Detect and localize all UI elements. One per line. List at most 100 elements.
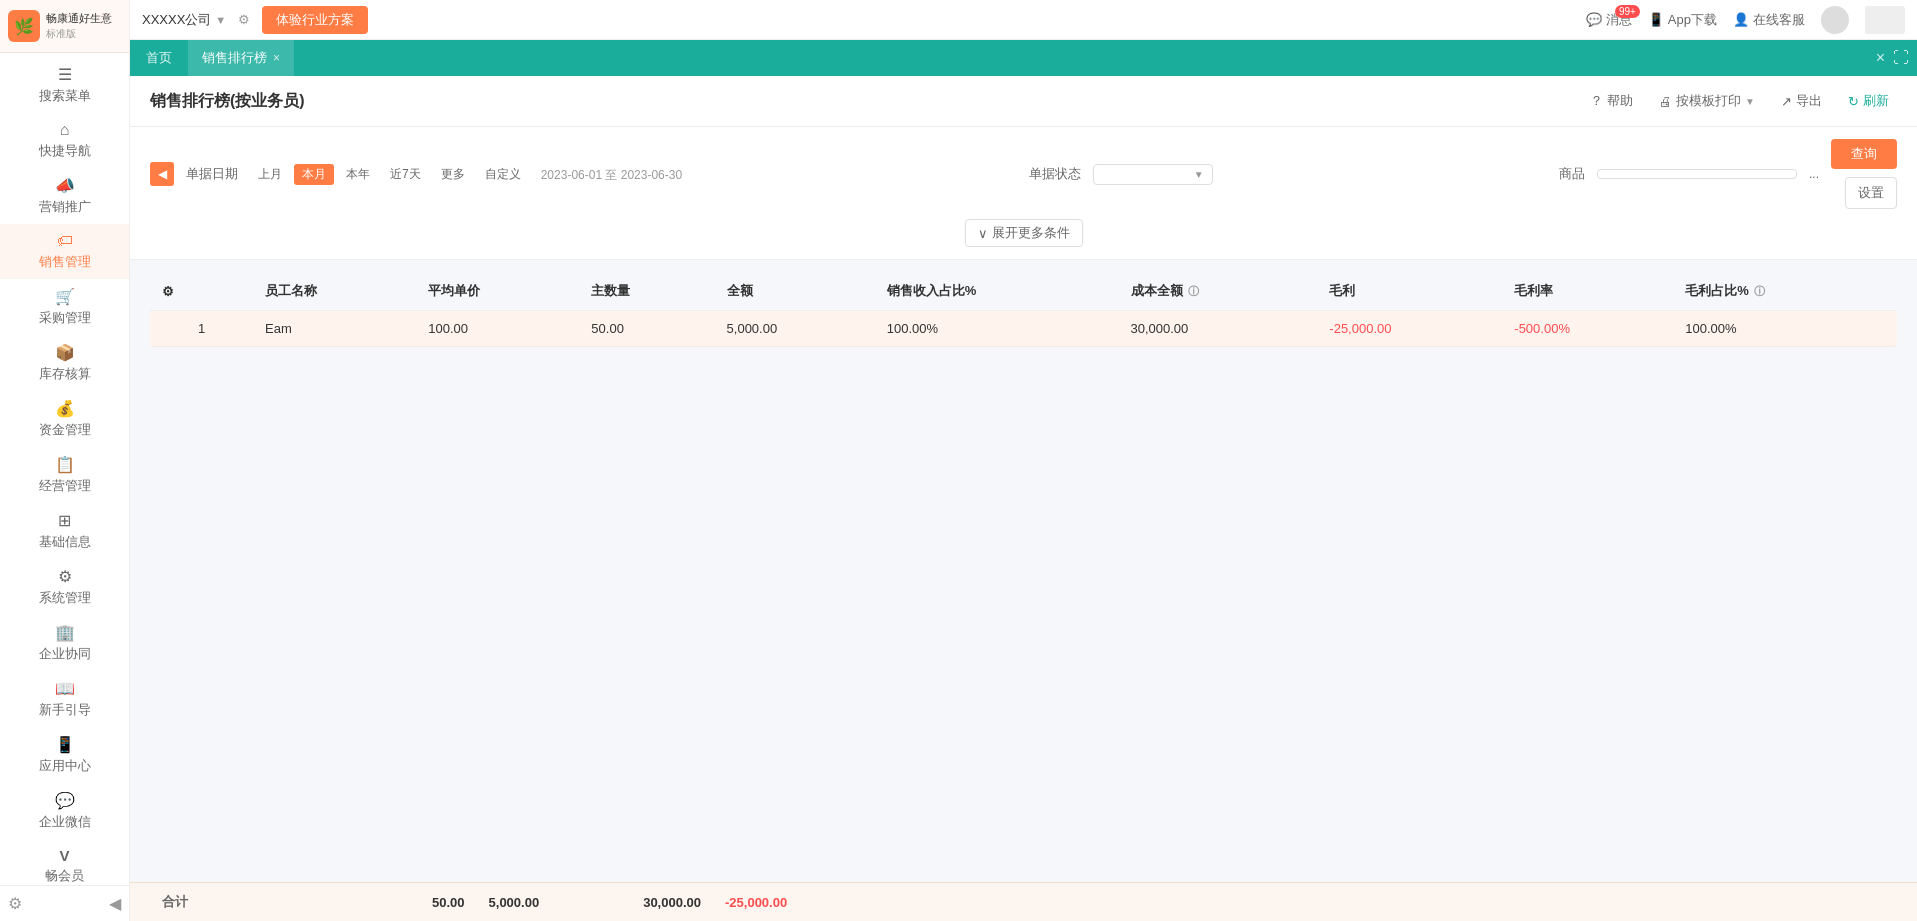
logo-area: 🌿 畅康通好生意 标准版	[0, 0, 129, 53]
sidebar-item-sales[interactable]: 🏷 销售管理	[0, 224, 129, 279]
data-table: ⚙ 员工名称 平均单价 主数量 全额 销售收入占比% 成本全额 ⓘ 毛利 毛利率…	[150, 272, 1897, 347]
gross-pct-info-icon: ⓘ	[1754, 285, 1765, 297]
tab-home-label: 首页	[146, 49, 172, 67]
window-expand-icon[interactable]: ⛶	[1893, 49, 1909, 67]
sidebar-item-wechat-label: 企业微信	[39, 813, 91, 831]
sidebar-item-basic[interactable]: ⊞ 基础信息	[0, 503, 129, 559]
app-download-button[interactable]: 📱 App下载	[1648, 11, 1717, 29]
tab-sales-rank[interactable]: 销售排行榜 ×	[188, 40, 294, 76]
cell-main-qty: 50.00	[579, 311, 714, 347]
query-button[interactable]: 查询	[1831, 139, 1897, 169]
expand-icon: ∨	[978, 226, 988, 241]
date-tab-this-month[interactable]: 本月	[294, 164, 334, 185]
search-menu-icon: ☰	[58, 65, 72, 84]
goods-input[interactable]	[1597, 169, 1797, 179]
settings-icon[interactable]: ⚙	[8, 894, 22, 913]
tab-close-icon[interactable]: ×	[273, 51, 280, 65]
help-button[interactable]: ？ 帮助	[1582, 88, 1641, 114]
sidebar-item-search-label: 搜索菜单	[39, 87, 91, 105]
sidebar-item-wechat[interactable]: 💬 企业微信	[0, 783, 129, 839]
settings-gear-icon[interactable]: ⚙	[238, 12, 250, 27]
col-gross-rate-header: 毛利率	[1502, 272, 1673, 311]
purchase-icon: 🛒	[55, 287, 75, 306]
sidebar-item-apps[interactable]: 📱 应用中心	[0, 727, 129, 783]
app-label: App下载	[1668, 11, 1717, 29]
table-area: ⚙ 员工名称 平均单价 主数量 全额 销售收入占比% 成本全额 ⓘ 毛利 毛利率…	[130, 260, 1917, 882]
date-tab-7days[interactable]: 近7天	[382, 164, 429, 185]
sidebar-item-purchase-label: 采购管理	[39, 309, 91, 327]
service-label: 在线客服	[1753, 11, 1805, 29]
col-cost-header: 成本全额 ⓘ	[1119, 272, 1318, 311]
sidebar-item-operations[interactable]: 📋 经营管理	[0, 447, 129, 503]
filter-row-1: ◀ 单据日期 上月 本月 本年 近7天 更多 自定义 2023-06-01 至 …	[150, 139, 1897, 209]
topbar-right: 💬 消息 99+ 📱 App下载 👤 在线客服	[1586, 6, 1905, 34]
topbar: XXXXX公司 ▼ ⚙ 体验行业方案 💬 消息 99+ 📱 App下载 👤 在线…	[130, 0, 1917, 40]
footer-cost: 30,000.00	[631, 895, 713, 910]
date-tab-this-year[interactable]: 本年	[338, 164, 378, 185]
message-icon: 💬	[1586, 12, 1602, 27]
settings-button[interactable]: 设置	[1845, 177, 1897, 209]
export-button[interactable]: ↗ 导出	[1773, 88, 1830, 114]
filter-collapse-btn[interactable]: ◀	[150, 162, 174, 186]
refresh-button[interactable]: ↻ 刷新	[1840, 88, 1897, 114]
print-icon: 🖨	[1659, 94, 1672, 109]
export-icon: ↗	[1781, 94, 1792, 109]
col-main-qty-header: 主数量	[579, 272, 714, 311]
date-tab-more[interactable]: 更多	[433, 164, 473, 185]
col-sales-pct-header: 销售收入占比%	[875, 272, 1119, 311]
expand-label: 展开更多条件	[992, 224, 1070, 242]
online-service-button[interactable]: 👤 在线客服	[1733, 11, 1805, 29]
date-tab-custom[interactable]: 自定义	[477, 164, 529, 185]
industry-btn[interactable]: 体验行业方案	[262, 6, 368, 34]
wechat-icon: 💬	[55, 791, 75, 810]
sidebar-item-search[interactable]: ☰ 搜索菜单	[0, 57, 129, 113]
expand-button[interactable]: ∨ 展开更多条件	[965, 219, 1083, 247]
guide-icon: 📖	[55, 679, 75, 698]
operations-icon: 📋	[55, 455, 75, 474]
sidebar-item-purchase[interactable]: 🛒 采购管理	[0, 279, 129, 335]
inventory-icon: 📦	[55, 343, 75, 362]
cell-name: Eam	[253, 311, 416, 347]
collapse-icon[interactable]: ◀	[109, 894, 121, 913]
cell-gross: -25,000.00	[1317, 311, 1502, 347]
apps-icon: 📱	[55, 735, 75, 754]
sidebar-item-enterprise-label: 企业协同	[39, 645, 91, 663]
sidebar-item-apps-label: 应用中心	[39, 757, 91, 775]
company-selector[interactable]: XXXXX公司 ▼	[142, 11, 226, 29]
sidebar-item-guide[interactable]: 📖 新手引导	[0, 671, 129, 727]
cost-info-icon: ⓘ	[1188, 285, 1199, 297]
sidebar-item-finance[interactable]: 💰 资金管理	[0, 391, 129, 447]
system-icon: ⚙	[58, 567, 72, 586]
sidebar-item-inventory[interactable]: 📦 库存核算	[0, 335, 129, 391]
sidebar-item-quick-nav-label: 快捷导航	[39, 142, 91, 160]
cell-avg-price: 100.00	[416, 311, 579, 347]
status-select[interactable]: ▼	[1093, 164, 1213, 185]
logo-sub: 标准版	[46, 27, 112, 41]
window-close-icon[interactable]: ×	[1876, 49, 1885, 67]
filter-area: ◀ 单据日期 上月 本月 本年 近7天 更多 自定义 2023-06-01 至 …	[130, 127, 1917, 260]
col-settings-header[interactable]: ⚙	[150, 272, 186, 311]
cell-settings	[150, 311, 186, 347]
goods-label: 商品	[1559, 165, 1585, 183]
message-button[interactable]: 💬 消息 99+	[1586, 11, 1632, 29]
tab-home[interactable]: 首页	[130, 40, 188, 76]
avatar[interactable]	[1821, 6, 1849, 34]
sidebar-item-enterprise[interactable]: 🏢 企业协同	[0, 615, 129, 671]
sidebar-item-marketing[interactable]: 📣 营销推广	[0, 168, 129, 224]
tabbar-right: × ⛶	[1876, 40, 1917, 76]
table-footer: 合计 50.00 5,000.00 30,000.00 -25,000.00	[130, 882, 1917, 921]
sidebar-item-vip[interactable]: V 畅会员	[0, 839, 129, 885]
template-print-button[interactable]: 🖨 按模板打印 ▼	[1651, 88, 1763, 114]
company-name: XXXXX公司	[142, 11, 211, 29]
sidebar-item-quick-nav[interactable]: ⌂ 快捷导航	[0, 113, 129, 168]
more-filters-btn[interactable]: ...	[1809, 167, 1819, 181]
sidebar-item-system[interactable]: ⚙ 系统管理	[0, 559, 129, 615]
footer-label: 合计	[150, 893, 230, 911]
help-icon: ？	[1590, 92, 1603, 110]
date-tab-last-month[interactable]: 上月	[250, 164, 290, 185]
refresh-icon: ↻	[1848, 94, 1859, 109]
sidebar-nav: ☰ 搜索菜单 ⌂ 快捷导航 📣 营销推广 🏷 销售管理 🛒 采购管理 📦 库存核…	[0, 53, 129, 885]
cell-rank: 1	[186, 311, 253, 347]
page-title: 销售排行榜(按业务员)	[150, 91, 305, 112]
finance-icon: 💰	[55, 399, 75, 418]
